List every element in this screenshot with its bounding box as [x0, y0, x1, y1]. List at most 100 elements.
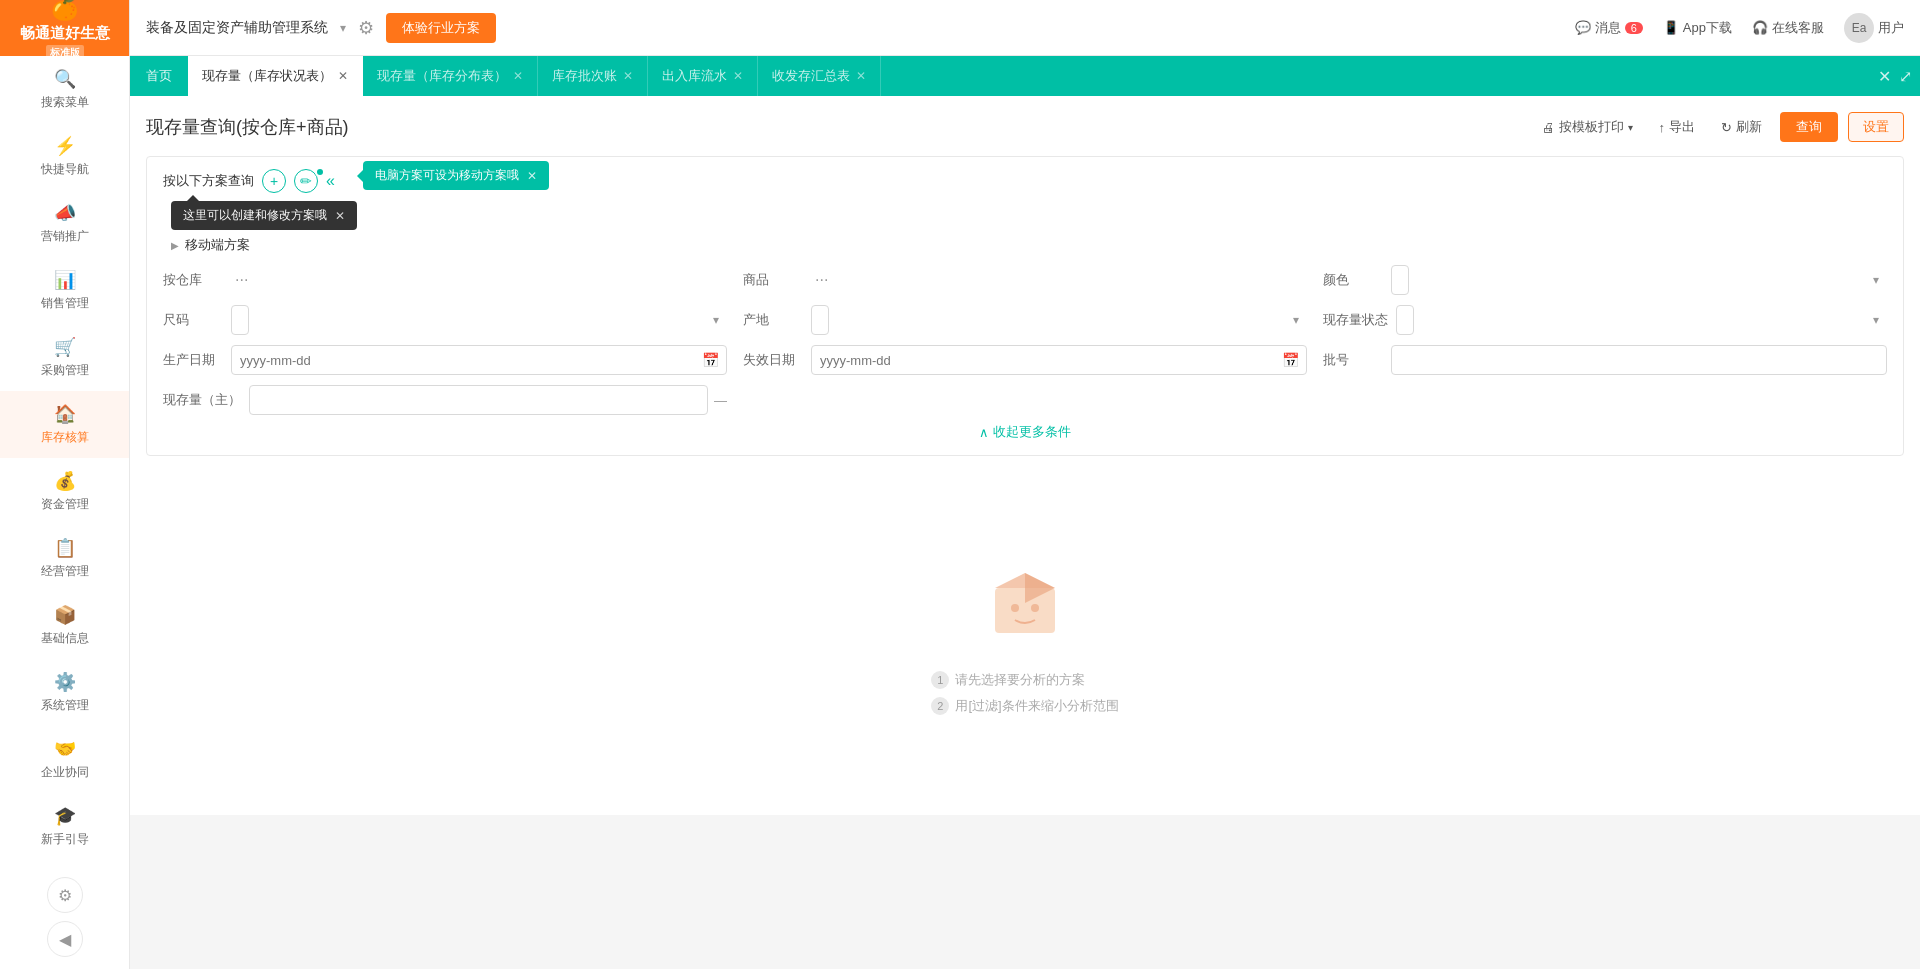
industry-plan-btn[interactable]: 体验行业方案: [386, 13, 496, 43]
sidebar-item-sales[interactable]: 📊 销售管理: [0, 257, 129, 324]
batch-label: 批号: [1323, 351, 1383, 369]
sidebar-item-basic[interactable]: 📦 基础信息: [0, 592, 129, 659]
product-dots[interactable]: ···: [811, 271, 832, 289]
production-date-input[interactable]: [231, 345, 727, 375]
tooltip-create-close[interactable]: ✕: [335, 209, 345, 223]
refresh-btn[interactable]: ↻ 刷新: [1713, 114, 1770, 140]
sidebar-item-system[interactable]: ⚙️ 系统管理: [0, 659, 129, 726]
tab-inventory-status[interactable]: 现存量（库存状况表） ✕: [188, 56, 363, 96]
scheme-node-pc[interactable]: ▶ 电脑端方案: [171, 205, 1887, 229]
tab-close-3[interactable]: ✕: [623, 69, 633, 83]
phone-icon: 📱: [1663, 20, 1679, 35]
print-btn[interactable]: 🖨 按模板打印 ▾: [1534, 114, 1641, 140]
tab-close-5[interactable]: ✕: [856, 69, 866, 83]
tab-home[interactable]: 首页: [130, 67, 188, 85]
tab-inout-flow-label: 出入库流水: [662, 67, 727, 85]
setting-btn[interactable]: 设置: [1848, 112, 1904, 142]
tooltip-pc-close[interactable]: ✕: [527, 169, 537, 183]
color-label: 颜色: [1323, 271, 1383, 289]
sidebar-item-marketing[interactable]: 📣 营销推广: [0, 190, 129, 257]
sidebar-item-search[interactable]: 🔍 搜索菜单: [0, 56, 129, 123]
collapse-btn[interactable]: ∧ 收起更多条件: [979, 423, 1071, 441]
warehouse-dots[interactable]: ···: [231, 271, 252, 289]
tab-inventory-dist[interactable]: 现存量（库存分布表） ✕: [363, 56, 538, 96]
user-menu[interactable]: Ea 用户: [1844, 13, 1904, 43]
sidebar-item-finance-label: 资金管理: [41, 496, 89, 513]
sidebar-item-system-label: 系统管理: [41, 697, 89, 714]
add-scheme-btn[interactable]: +: [262, 169, 286, 193]
tab-summary[interactable]: 收发存汇总表 ✕: [758, 56, 881, 96]
tab-expand-btn[interactable]: ⤢: [1899, 67, 1912, 86]
expiry-date-input[interactable]: [811, 345, 1307, 375]
sidebar-item-operations[interactable]: 📋 经营管理: [0, 525, 129, 592]
tab-inventory-dist-label: 现存量（库存分布表）: [377, 67, 507, 85]
size-select[interactable]: [231, 305, 249, 335]
production-date-calendar-icon[interactable]: 📅: [702, 352, 719, 368]
filter-size: 尺码: [163, 305, 727, 335]
stock-status-label: 现存量状态: [1323, 311, 1388, 329]
stock-main-range: —: [249, 385, 727, 415]
svg-point-3: [1011, 604, 1019, 612]
tab-batch-account[interactable]: 库存批次账 ✕: [538, 56, 648, 96]
warehouse-label: 按仓库: [163, 271, 223, 289]
gear-icon: ⚙️: [54, 671, 76, 693]
query-btn[interactable]: 查询: [1780, 112, 1838, 142]
settings-footer-icon: ⚙: [58, 886, 72, 905]
filter-warehouse: 按仓库 ···: [163, 265, 727, 295]
sidebar-item-finance[interactable]: 💰 资金管理: [0, 458, 129, 525]
sidebar-footer: ⚙ ◀: [0, 865, 129, 969]
system-name-dropdown-icon: ▾: [340, 21, 346, 35]
export-label: 导出: [1669, 118, 1695, 136]
scheme-node-mobile[interactable]: ▶ 移动端方案: [171, 233, 1887, 257]
sidebar-item-quick-nav[interactable]: ⚡ 快捷导航: [0, 123, 129, 190]
stock-main-label: 现存量（主）: [163, 391, 241, 409]
graduation-icon: 🎓: [54, 805, 76, 827]
logo-text: 畅通道好生意: [20, 24, 110, 43]
print-label: 按模板打印: [1559, 118, 1624, 136]
empty-step-1-text: 请先选择要分析的方案: [955, 667, 1085, 693]
expiry-date-calendar-icon[interactable]: 📅: [1282, 352, 1299, 368]
color-select[interactable]: [1391, 265, 1409, 295]
tab-close-1[interactable]: ✕: [338, 69, 348, 83]
message-btn[interactable]: 💬 消息 6: [1575, 19, 1643, 37]
empty-step-2-text: 用[过滤]条件来缩小分析范围: [955, 693, 1118, 719]
tab-close-2[interactable]: ✕: [513, 69, 523, 83]
tab-close-4[interactable]: ✕: [733, 69, 743, 83]
sidebar-item-inventory[interactable]: 🏠 库存核算: [0, 391, 129, 458]
edit-scheme-btn[interactable]: ✏: [294, 169, 318, 193]
header-gear-btn[interactable]: ⚙: [358, 17, 374, 39]
export-btn[interactable]: ↑ 导出: [1651, 114, 1704, 140]
app-download-btn[interactable]: 📱 App下载: [1663, 19, 1732, 37]
message-badge: 6: [1625, 22, 1643, 34]
megaphone-icon: 📣: [54, 202, 76, 224]
logo-icon: 🍊: [51, 0, 78, 22]
content-area: 现存量查询(按仓库+商品) 🖨 按模板打印 ▾ ↑ 导出 ↻ 刷新 查询 设置: [130, 96, 1920, 815]
online-support-btn[interactable]: 🎧 在线客服: [1752, 19, 1824, 37]
sidebar-item-purchase[interactable]: 🛒 采购管理: [0, 324, 129, 391]
header: 装备及固定资产辅助管理系统 ▾ ⚙ 体验行业方案 💬 消息 6 📱 App下载 …: [130, 0, 1920, 56]
mobile-scheme-arrow: ▶: [171, 240, 179, 251]
batch-input[interactable]: [1391, 345, 1887, 375]
empty-step-2: 2 用[过滤]条件来缩小分析范围: [931, 693, 1118, 719]
sidebar-item-enterprise[interactable]: 🤝 企业协同: [0, 726, 129, 793]
svg-point-4: [1031, 604, 1039, 612]
back-scheme-btn[interactable]: «: [326, 172, 335, 190]
tab-close-all-btn[interactable]: ✕: [1878, 67, 1891, 86]
tab-inout-flow[interactable]: 出入库流水 ✕: [648, 56, 758, 96]
filter-stock-status: 现存量状态: [1323, 305, 1887, 335]
origin-select[interactable]: [811, 305, 829, 335]
tab-actions: ✕ ⤢: [1870, 67, 1920, 86]
sidebar: 🍊 畅通道好生意 标准版 🔍 搜索菜单 ⚡ 快捷导航 📣 营销推广 📊 销售管理…: [0, 0, 130, 969]
expiry-date-wrap: 📅: [811, 345, 1307, 375]
header-left: 装备及固定资产辅助管理系统 ▾ ⚙ 体验行业方案: [146, 13, 496, 43]
settings-footer-btn[interactable]: ⚙: [47, 877, 83, 913]
main-content: 现存量查询(按仓库+商品) 🖨 按模板打印 ▾ ↑ 导出 ↻ 刷新 查询 设置: [130, 96, 1920, 969]
chart-icon: 📊: [54, 269, 76, 291]
sidebar-item-guide[interactable]: 🎓 新手引导: [0, 793, 129, 860]
system-name: 装备及固定资产辅助管理系统: [146, 19, 328, 37]
refresh-label: 刷新: [1736, 118, 1762, 136]
collapse-sidebar-btn[interactable]: ◀: [47, 921, 83, 957]
stock-status-select[interactable]: [1396, 305, 1414, 335]
sidebar-item-enterprise-label: 企业协同: [41, 764, 89, 781]
stock-main-min[interactable]: [249, 385, 708, 415]
